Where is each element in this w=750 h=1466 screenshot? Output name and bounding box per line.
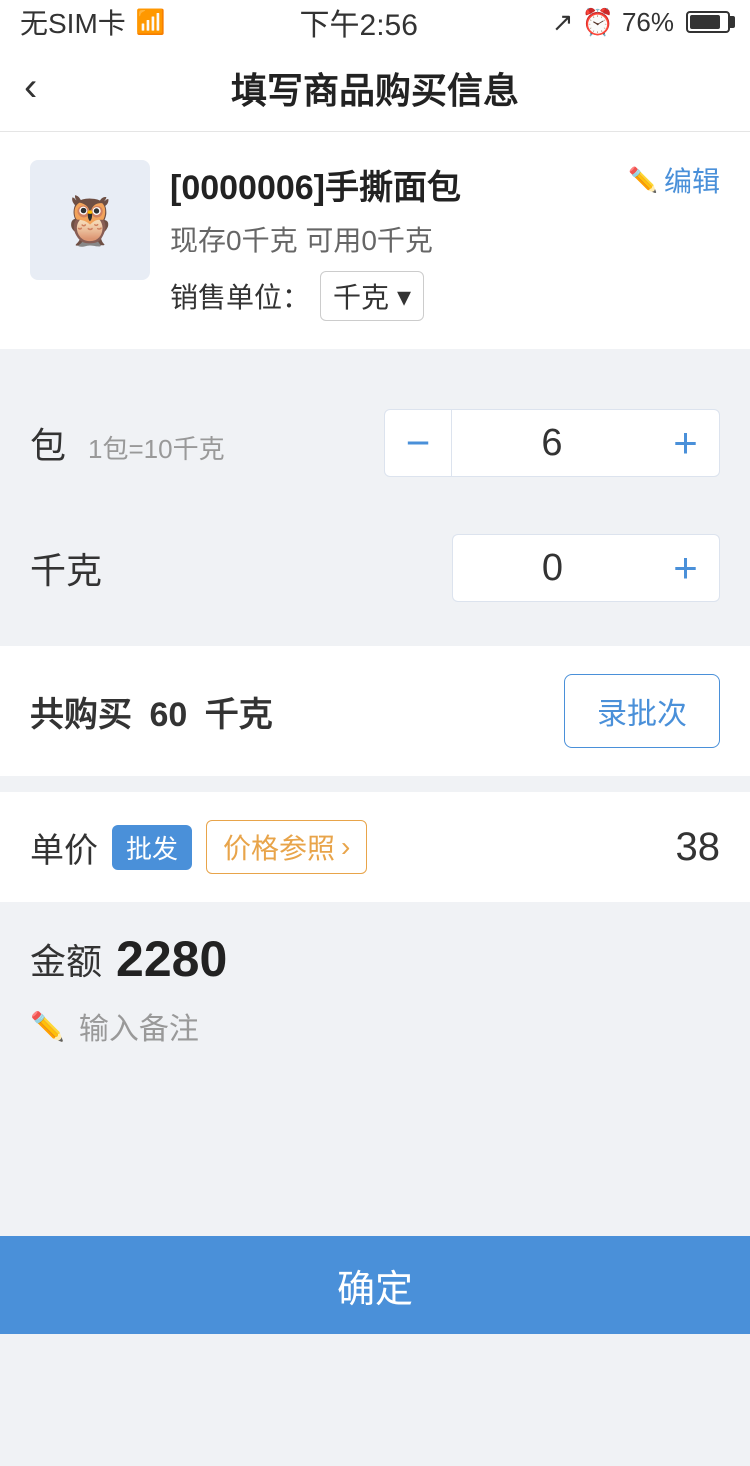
status-time: 下午2:56 <box>300 0 418 44</box>
status-right: ↗ ⏰ 76% <box>552 7 730 38</box>
package-qty-input[interactable] <box>452 409 652 477</box>
battery-icon <box>686 11 730 33</box>
page-title: 填写商品购买信息 <box>231 62 519 114</box>
unit-selector[interactable]: 千克 ▾ <box>320 271 424 321</box>
price-label: 单价 <box>30 823 98 872</box>
wifi-icon: 📶 <box>136 8 166 37</box>
product-info: [0000006]手撕面包 ✏️ 编辑 现存0千克 可用0千克 销售单位： 千克… <box>170 160 720 321</box>
amount-section: 金额 2280 ✏️ 输入备注 <box>0 902 750 1068</box>
divider-1 <box>0 365 750 381</box>
location-icon: ↗ <box>552 7 574 38</box>
kg-qty-controls: + <box>452 534 720 602</box>
remark-row[interactable]: ✏️ 输入备注 <box>30 1004 720 1048</box>
amount-label: 金额 <box>30 933 102 985</box>
remark-placeholder: 输入备注 <box>79 1004 199 1048</box>
chevron-down-icon: ▾ <box>397 280 411 313</box>
alarm-icon: ⏰ <box>582 7 614 38</box>
product-stock: 现存0千克 可用0千克 <box>170 219 720 259</box>
pencil-icon: ✏️ <box>30 1010 65 1043</box>
product-card: 🦉 [0000006]手撕面包 ✏️ 编辑 现存0千克 可用0千克 销售单位： … <box>0 132 750 349</box>
kg-increment-button[interactable]: + <box>652 534 720 602</box>
amount-value: 2280 <box>116 930 227 988</box>
edit-button[interactable]: ✏️ 编辑 <box>628 160 720 200</box>
price-section: 单价 批发 价格参照 › 38 <box>0 792 750 902</box>
record-batch-button[interactable]: 录批次 <box>564 674 720 748</box>
price-value: 38 <box>676 825 721 870</box>
status-carrier: 无SIM卡 📶 <box>20 2 166 42</box>
product-logo: 🦉 <box>60 192 120 249</box>
status-bar: 无SIM卡 📶 下午2:56 ↗ ⏰ 76% <box>0 0 750 44</box>
kg-label: 千克 <box>30 542 452 594</box>
package-sublabel: 1包=10千克 <box>88 434 225 464</box>
edit-icon: ✏️ <box>628 166 658 195</box>
package-decrement-button[interactable]: − <box>384 409 452 477</box>
product-unit-row: 销售单位： 千克 ▾ <box>170 271 720 321</box>
price-batch-tag: 批发 <box>112 825 192 870</box>
package-qty-row: 包 1包=10千克 − + <box>0 381 750 506</box>
price-ref-button[interactable]: 价格参照 › <box>206 820 367 874</box>
back-button[interactable]: ‹ <box>24 65 37 110</box>
package-increment-button[interactable]: + <box>652 409 720 477</box>
divider-2 <box>0 630 750 646</box>
kg-qty-input[interactable] <box>452 534 652 602</box>
product-thumbnail: 🦉 <box>30 160 150 280</box>
package-label: 包 1包=10千克 <box>30 417 384 469</box>
amount-row: 金额 2280 <box>30 930 720 988</box>
product-name: [0000006]手撕面包 <box>170 160 461 209</box>
summary-text: 共购买 60 千克 <box>30 687 564 736</box>
nav-bar: ‹ 填写商品购买信息 <box>0 44 750 132</box>
chevron-right-icon: › <box>341 831 350 863</box>
confirm-button[interactable]: 确定 <box>0 1236 750 1334</box>
summary-row: 共购买 60 千克 录批次 <box>0 646 750 776</box>
package-qty-controls: − + <box>384 409 720 477</box>
kg-qty-row: 千克 + <box>0 506 750 630</box>
divider-3 <box>0 776 750 792</box>
